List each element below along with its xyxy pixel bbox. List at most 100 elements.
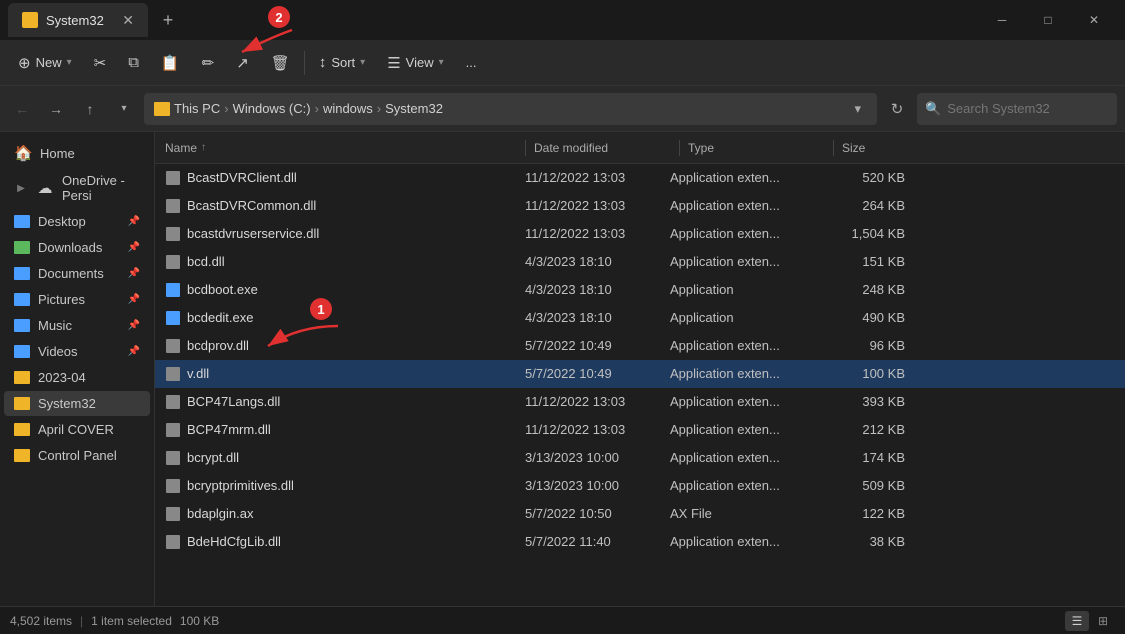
videos-pin-icon: 📌: [128, 346, 140, 357]
file-name: BcastDVRClient.dll: [187, 170, 525, 185]
dll-file-icon: [165, 338, 181, 354]
sidebar-item-system32[interactable]: System32: [4, 391, 150, 416]
up-button[interactable]: ↑: [76, 95, 104, 123]
paste-button[interactable]: 📋: [151, 46, 190, 80]
expand-button[interactable]: ▾: [110, 95, 138, 123]
file-date: 11/12/2022 13:03: [525, 394, 670, 409]
sidebar-item-desktop[interactable]: Desktop 📌: [4, 209, 150, 234]
downloads-folder-icon: [14, 241, 30, 254]
table-row[interactable]: bcrypt.dll 3/13/2023 10:00 Application e…: [155, 444, 1125, 472]
more-button[interactable]: ...: [456, 46, 487, 80]
table-row[interactable]: BcastDVRClient.dll 11/12/2022 13:03 Appl…: [155, 164, 1125, 192]
dll-file-icon: [165, 534, 181, 550]
new-tab-button[interactable]: +: [152, 4, 184, 36]
table-row[interactable]: BCP47mrm.dll 11/12/2022 13:03 Applicatio…: [155, 416, 1125, 444]
breadcrumb[interactable]: This PC › Windows (C:) › windows › Syste…: [144, 93, 877, 125]
close-button[interactable]: ✕: [1071, 4, 1117, 36]
delete-button[interactable]: 🗑: [261, 46, 300, 80]
dll-file-icon: [165, 450, 181, 466]
table-row[interactable]: bcastdvruserservice.dll 11/12/2022 13:03…: [155, 220, 1125, 248]
table-row[interactable]: bcdprov.dll 5/7/2022 10:49 Application e…: [155, 332, 1125, 360]
table-row[interactable]: bcd.dll 4/3/2023 18:10 Application exten…: [155, 248, 1125, 276]
rename-icon: ✏: [202, 54, 215, 72]
active-tab[interactable]: System32 ✕: [8, 3, 148, 37]
sidebar-videos-label: Videos: [38, 344, 120, 359]
pictures-pin-icon: 📌: [128, 294, 140, 305]
breadcrumb-thispc: This PC: [174, 101, 220, 116]
table-row[interactable]: BcastDVRCommon.dll 11/12/2022 13:03 Appl…: [155, 192, 1125, 220]
sidebar-item-april-cover[interactable]: April COVER: [4, 417, 150, 442]
table-row[interactable]: bcdboot.exe 4/3/2023 18:10 Application 2…: [155, 276, 1125, 304]
breadcrumb-windows-folder: windows: [323, 101, 373, 116]
main-layout: 🏠 Home ▶ ☁ OneDrive - Persi Desktop 📌 Do…: [0, 132, 1125, 606]
sort-label: Sort: [331, 55, 355, 70]
refresh-button[interactable]: ↻: [883, 95, 911, 123]
sidebar-item-music[interactable]: Music 📌: [4, 313, 150, 338]
table-row[interactable]: BdeHdCfgLib.dll 5/7/2022 11:40 Applicati…: [155, 528, 1125, 556]
file-type: Application exten...: [670, 394, 815, 409]
annotation-badge-1: 1: [310, 298, 332, 320]
search-bar[interactable]: 🔍: [917, 93, 1117, 125]
sidebar-item-2023-04[interactable]: 2023-04: [4, 365, 150, 390]
file-name: v.dll: [187, 366, 525, 381]
file-size: 38 KB: [815, 534, 905, 549]
header-name[interactable]: Name ↑: [165, 141, 525, 155]
sidebar-item-pictures[interactable]: Pictures 📌: [4, 287, 150, 312]
tab-label: System32: [46, 13, 114, 28]
onedrive-icon: ☁: [36, 179, 54, 197]
sidebar-item-documents[interactable]: Documents 📌: [4, 261, 150, 286]
dll-file-icon: [165, 366, 181, 382]
breadcrumb-dropdown-button[interactable]: ▾: [848, 101, 867, 117]
sort-chevron-icon: ▾: [360, 57, 365, 68]
tiles-view-button[interactable]: ⊞: [1091, 611, 1115, 631]
sidebar-item-onedrive[interactable]: ▶ ☁ OneDrive - Persi: [4, 168, 150, 208]
header-type[interactable]: Type: [688, 141, 833, 155]
file-date: 3/13/2023 10:00: [525, 450, 670, 465]
file-name: bcd.dll: [187, 254, 525, 269]
table-row[interactable]: BCP47Langs.dll 11/12/2022 13:03 Applicat…: [155, 388, 1125, 416]
file-type: Application exten...: [670, 254, 815, 269]
sidebar-item-home[interactable]: 🏠 Home: [4, 139, 150, 167]
view-button[interactable]: ☰ View ▾: [377, 46, 453, 80]
sidebar-item-control-panel[interactable]: Control Panel: [4, 443, 150, 468]
sort-button[interactable]: ↕ Sort ▾: [309, 46, 375, 80]
col-divider-2: [679, 140, 680, 156]
file-type: Application: [670, 282, 815, 297]
dll-file-icon: [165, 394, 181, 410]
home-icon: 🏠: [14, 144, 32, 162]
share-button[interactable]: ↗: [226, 46, 259, 80]
new-label: New: [36, 55, 62, 70]
header-date[interactable]: Date modified: [534, 141, 679, 155]
new-button[interactable]: ⊕ New ▾: [8, 46, 82, 80]
music-folder-icon: [14, 319, 30, 332]
table-row[interactable]: bcdedit.exe 4/3/2023 18:10 Application 4…: [155, 304, 1125, 332]
sidebar-item-videos[interactable]: Videos 📌: [4, 339, 150, 364]
file-list: BcastDVRClient.dll 11/12/2022 13:03 Appl…: [155, 164, 1125, 606]
rename-button[interactable]: ✏: [192, 46, 225, 80]
file-name: BcastDVRCommon.dll: [187, 198, 525, 213]
tab-close-button[interactable]: ✕: [122, 13, 134, 27]
search-input[interactable]: [947, 101, 1109, 116]
file-name: bcdprov.dll: [187, 338, 525, 353]
header-size[interactable]: Size: [842, 141, 932, 155]
table-row[interactable]: bcryptprimitives.dll 3/13/2023 10:00 App…: [155, 472, 1125, 500]
cut-button[interactable]: ✂: [84, 46, 117, 80]
table-row[interactable]: v.dll 5/7/2022 10:49 Application exten..…: [155, 360, 1125, 388]
file-type: Application exten...: [670, 478, 815, 493]
back-button[interactable]: ←: [8, 95, 36, 123]
file-list-container: Name ↑ Date modified Type Size BcastDVRC…: [155, 132, 1125, 606]
file-type: Application exten...: [670, 226, 815, 241]
search-icon: 🔍: [925, 101, 941, 117]
copy-button[interactable]: ⧉: [118, 46, 149, 80]
table-row[interactable]: bdaplgin.ax 5/7/2022 10:50 AX File 122 K…: [155, 500, 1125, 528]
maximize-button[interactable]: □: [1025, 4, 1071, 36]
sidebar-item-downloads[interactable]: Downloads 📌: [4, 235, 150, 260]
minimize-button[interactable]: ─: [979, 4, 1025, 36]
desktop-folder-icon: [14, 215, 30, 228]
dll-file-icon: [165, 170, 181, 186]
sidebar-downloads-label: Downloads: [38, 240, 120, 255]
details-view-button[interactable]: ☰: [1065, 611, 1089, 631]
forward-button[interactable]: →: [42, 95, 70, 123]
exe-file-icon: [165, 282, 181, 298]
desktop-pin-icon: 📌: [128, 216, 140, 227]
